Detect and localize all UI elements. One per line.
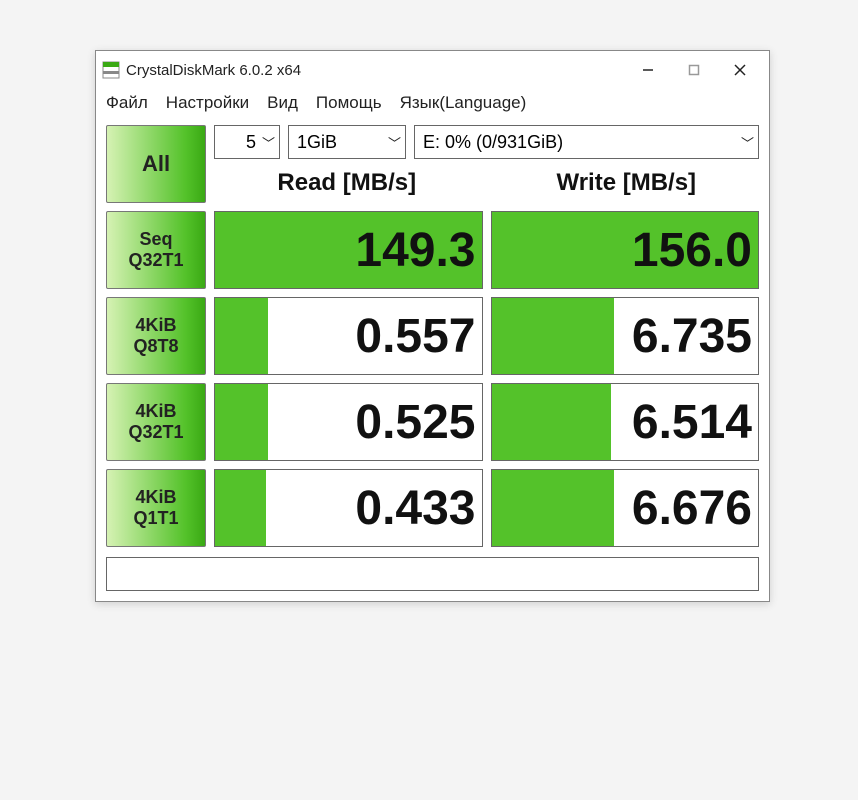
close-icon [733, 63, 747, 77]
drive-select[interactable]: E: 0% (0/931GiB) ﹀ [414, 125, 759, 159]
window-title: CrystalDiskMark 6.0.2 x64 [126, 62, 625, 79]
run-count-select[interactable]: 5 ﹀ [214, 125, 280, 159]
test-button-0[interactable]: SeqQ32T1 [106, 211, 206, 289]
read-bar [215, 298, 268, 374]
content-area: All 5 ﹀ 1GiB ﹀ E: 0% (0/931GiB) ﹀ [96, 121, 769, 601]
test-label-2: Q1T1 [133, 508, 178, 529]
read-value: 149.3 [355, 223, 475, 278]
write-bar [492, 470, 615, 546]
run-count-value: 5 [223, 132, 256, 153]
app-icon [102, 61, 120, 79]
chevron-down-icon: ﹀ [741, 133, 754, 152]
result-row: SeqQ32T1 149.3 156.0 [106, 211, 759, 289]
all-button-label: All [142, 151, 170, 177]
read-bar [215, 384, 268, 460]
read-value: 0.433 [355, 481, 475, 536]
menu-help[interactable]: Помощь [316, 93, 382, 113]
write-result: 6.735 [491, 297, 760, 375]
write-value: 156.0 [632, 223, 752, 278]
read-value: 0.525 [355, 395, 475, 450]
write-bar [492, 298, 615, 374]
read-result: 0.557 [214, 297, 483, 375]
drive-value: E: 0% (0/931GiB) [423, 132, 563, 153]
close-button[interactable] [717, 54, 763, 86]
write-header: Write [MB/s] [494, 163, 760, 203]
result-row: 4KiBQ8T8 0.557 6.735 [106, 297, 759, 375]
titlebar[interactable]: CrystalDiskMark 6.0.2 x64 [96, 51, 769, 89]
test-label-2: Q8T8 [133, 336, 178, 357]
app-window: CrystalDiskMark 6.0.2 x64 Файл Настройки… [95, 50, 770, 602]
chevron-down-icon: ﹀ [388, 133, 401, 152]
test-label-1: Seq [139, 229, 172, 250]
read-header: Read [MB/s] [214, 163, 480, 203]
write-result: 156.0 [491, 211, 760, 289]
maximize-icon [688, 64, 700, 76]
write-bar [492, 384, 612, 460]
minimize-button[interactable] [625, 54, 671, 86]
read-bar [215, 470, 266, 546]
read-value: 0.557 [355, 309, 475, 364]
read-result: 0.433 [214, 469, 483, 547]
test-button-1[interactable]: 4KiBQ8T8 [106, 297, 206, 375]
write-result: 6.676 [491, 469, 760, 547]
test-label-2: Q32T1 [128, 422, 183, 443]
menubar: Файл Настройки Вид Помощь Язык(Language) [96, 89, 769, 121]
test-label-1: 4KiB [135, 315, 176, 336]
status-bar [106, 557, 759, 591]
result-row: 4KiBQ1T1 0.433 6.676 [106, 469, 759, 547]
result-row: 4KiBQ32T1 0.525 6.514 [106, 383, 759, 461]
menu-view[interactable]: Вид [267, 93, 298, 113]
window-controls [625, 54, 763, 86]
read-result: 0.525 [214, 383, 483, 461]
test-size-value: 1GiB [297, 132, 337, 153]
write-value: 6.735 [632, 309, 752, 364]
write-value: 6.676 [632, 481, 752, 536]
maximize-button[interactable] [671, 54, 717, 86]
menu-file[interactable]: Файл [106, 93, 148, 113]
test-button-2[interactable]: 4KiBQ32T1 [106, 383, 206, 461]
menu-language[interactable]: Язык(Language) [400, 93, 527, 113]
read-result: 149.3 [214, 211, 483, 289]
test-button-3[interactable]: 4KiBQ1T1 [106, 469, 206, 547]
test-label-2: Q32T1 [128, 250, 183, 271]
test-label-1: 4KiB [135, 401, 176, 422]
menu-settings[interactable]: Настройки [166, 93, 249, 113]
all-button[interactable]: All [106, 125, 206, 203]
write-result: 6.514 [491, 383, 760, 461]
minimize-icon [642, 64, 654, 76]
write-value: 6.514 [632, 395, 752, 450]
test-size-select[interactable]: 1GiB ﹀ [288, 125, 406, 159]
chevron-down-icon: ﹀ [262, 133, 275, 152]
test-label-1: 4KiB [135, 487, 176, 508]
